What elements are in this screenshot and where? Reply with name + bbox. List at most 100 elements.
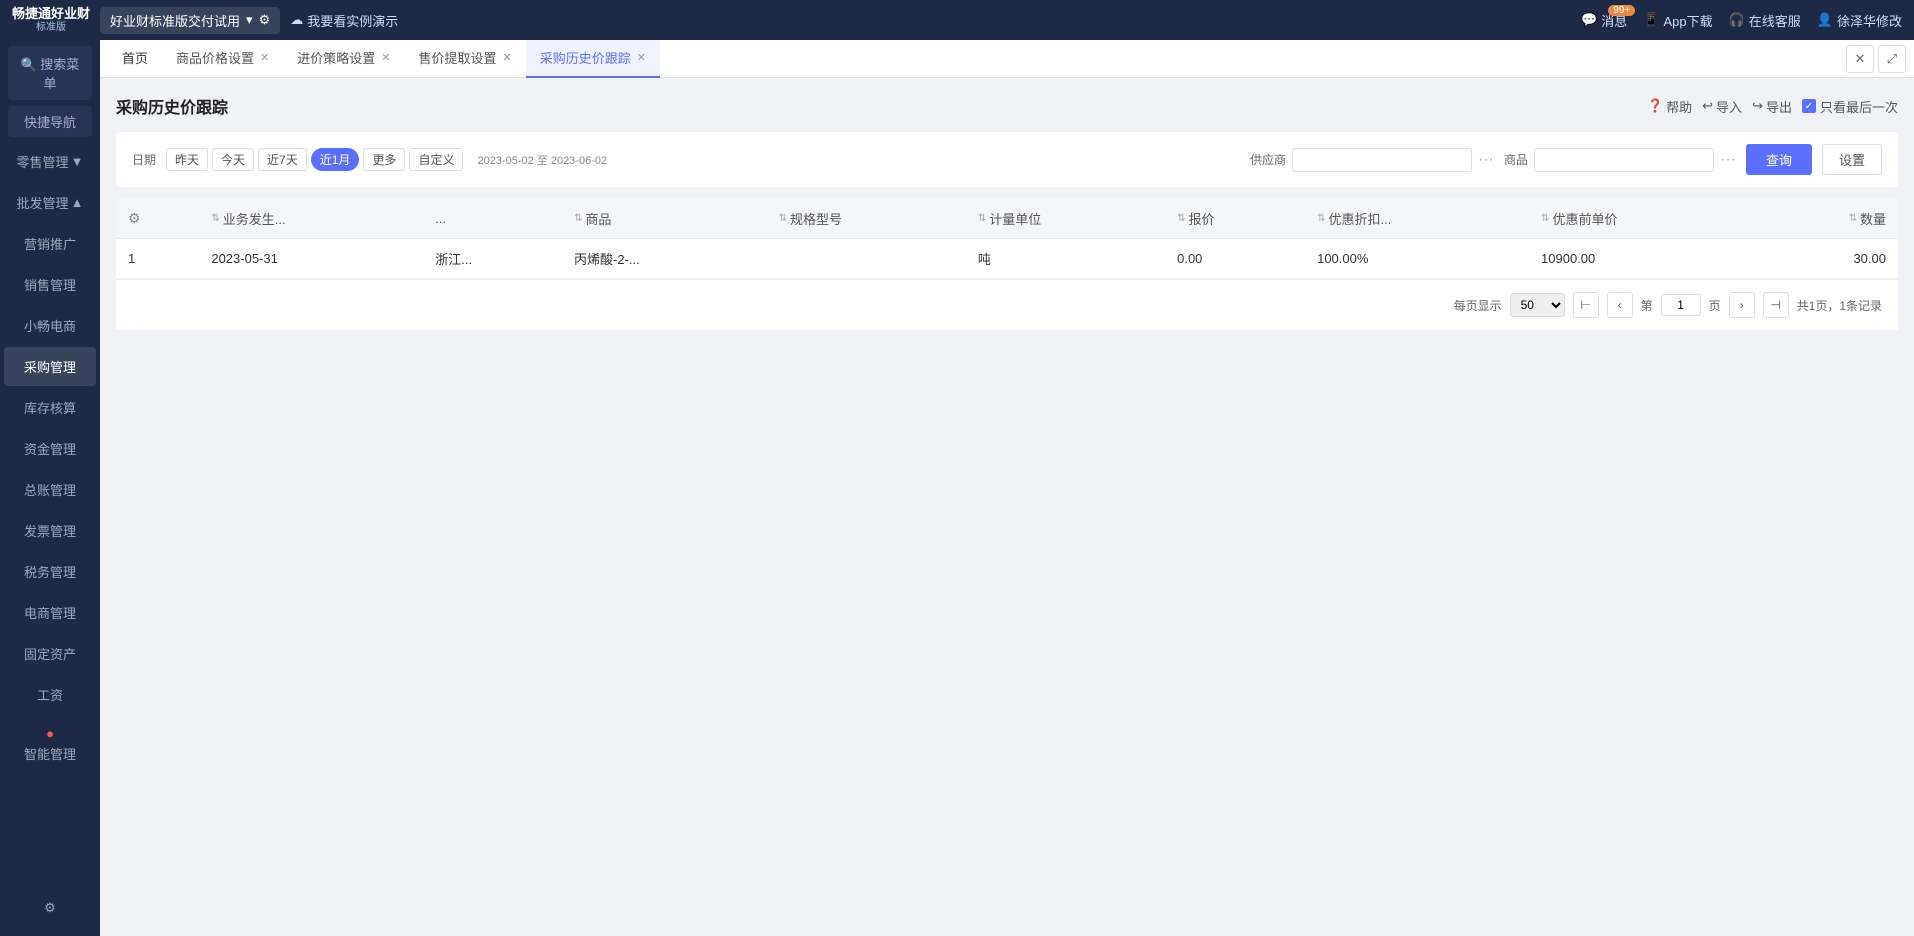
import-link[interactable]: ↩ 导入	[1702, 97, 1742, 116]
th-unit-sortable: ⇅ 计量单位	[978, 209, 1153, 228]
sidebar-item-label: 资金管理	[24, 439, 76, 458]
user-btn[interactable]: 👤 徐泽华修改	[1817, 11, 1902, 30]
sidebar-quick-nav-label: 快捷导航	[24, 115, 76, 130]
sidebar-item-inventory[interactable]: 库存核算	[4, 388, 96, 427]
app-download-btn[interactable]: 📱 App下载	[1643, 11, 1712, 30]
import-label: 导入	[1716, 97, 1742, 116]
topbar-left: 畅捷通好业财 标准版 好业财标准版交付试用 ▾ ⚙ ☁ 我要看实例演示	[12, 6, 398, 34]
th-spec-sortable: ⇅ 规格型号	[779, 209, 954, 228]
date-btn-1month[interactable]: 近1月	[311, 148, 360, 171]
sidebar: 🔍 搜索菜单 快捷导航 零售管理 ▼ 批发管理 ▲ 营销推广 销售管理 小畅电商	[0, 40, 100, 936]
export-icon: ↪	[1752, 98, 1763, 114]
query-button[interactable]: 查询	[1746, 144, 1812, 175]
page-last-btn[interactable]: ⊣	[1763, 292, 1789, 318]
pagination: 每页显示 50 10 20 100 ⊢ ‹ 第 页 › ⊣ 共1页，1条记录	[116, 279, 1898, 330]
sidebar-item-retail[interactable]: 零售管理 ▼	[4, 142, 96, 181]
sidebar-item-fixed-assets[interactable]: 固定资产	[4, 634, 96, 673]
only-last-checkbox[interactable]: ✓ 只看最后一次	[1802, 97, 1898, 116]
date-btn-more[interactable]: 更多	[363, 148, 405, 171]
product-filter-label: 商品	[1504, 151, 1528, 168]
page-first-btn[interactable]: ⊢	[1573, 292, 1599, 318]
tab-purchase-strategy[interactable]: 进价策略设置 ✕	[283, 40, 404, 78]
td-discount: 100.00%	[1305, 239, 1529, 279]
date-btn-custom[interactable]: 自定义	[409, 148, 463, 171]
sort-quantity-icon[interactable]: ⇅	[1849, 213, 1857, 224]
product-dots-icon[interactable]: ···	[1720, 151, 1736, 169]
help-link[interactable]: ❓ 帮助	[1647, 97, 1692, 116]
filter-settings-button[interactable]: 设置	[1822, 144, 1882, 175]
tab-sale-price-label: 售价提取设置	[418, 48, 496, 67]
page-size-select[interactable]: 50 10 20 100	[1510, 293, 1565, 317]
sidebar-item-label: 批发管理	[17, 193, 69, 212]
logo-area: 畅捷通好业财 标准版	[12, 6, 90, 34]
sidebar-item-smart[interactable]: ● 智能管理	[4, 716, 96, 773]
sidebar-item-ecommerce[interactable]: 小畅电商	[4, 306, 96, 345]
headset-icon: 🎧	[1729, 12, 1745, 28]
retail-arrow-icon: ▼	[71, 154, 84, 169]
supplier-filter-input[interactable]	[1292, 148, 1472, 172]
table-gear-icon[interactable]: ⚙	[128, 210, 141, 226]
phone-icon: 📱	[1643, 12, 1659, 28]
sidebar-item-ecom-mgmt[interactable]: 电商管理	[4, 593, 96, 632]
th-quantity: ⇅ 数量	[1758, 199, 1898, 239]
sidebar-item-sales[interactable]: 销售管理	[4, 265, 96, 304]
date-btn-yesterday[interactable]: 昨天	[166, 148, 208, 171]
tab-purchase-strategy-close-icon[interactable]: ✕	[381, 51, 390, 64]
sidebar-retail-label-row: 零售管理 ▼	[17, 152, 84, 171]
page-next-btn[interactable]: ›	[1729, 292, 1755, 318]
demo-link-text: 我要看实例演示	[307, 11, 398, 30]
sidebar-item-purchase[interactable]: 采购管理	[4, 347, 96, 386]
messages-btn[interactable]: 💬 消息 99+	[1581, 11, 1627, 30]
online-service-btn[interactable]: 🎧 在线客服	[1729, 11, 1801, 30]
sidebar-item-invoice[interactable]: 发票管理	[4, 511, 96, 550]
settings-icon[interactable]: ⚙	[259, 12, 271, 28]
th-quoted-price-label: 报价	[1189, 209, 1215, 228]
sidebar-item-accounting[interactable]: 总账管理	[4, 470, 96, 509]
th-date: ⇅ 业务发生...	[199, 199, 423, 239]
sort-unit-icon[interactable]: ⇅	[978, 213, 986, 224]
sidebar-settings-btn[interactable]: ⚙	[0, 890, 100, 926]
sort-spec-icon[interactable]: ⇅	[779, 213, 787, 224]
sidebar-item-wholesale[interactable]: 批发管理 ▲	[4, 183, 96, 222]
sort-discount-icon[interactable]: ⇅	[1317, 213, 1325, 224]
product-selector[interactable]: 好业财标准版交付试用 ▾ ⚙	[100, 7, 280, 34]
tab-sale-price-close-icon[interactable]: ✕	[503, 51, 512, 64]
sidebar-search-label: 搜索菜单	[40, 57, 79, 91]
export-label: 导出	[1766, 97, 1792, 116]
filter-row: 日期 昨天 今天 近7天 近1月 更多 自定义 2023-05-02 至 202…	[132, 144, 1882, 175]
sort-pre-discount-icon[interactable]: ⇅	[1541, 213, 1549, 224]
sort-product-icon[interactable]: ⇅	[574, 213, 582, 224]
sidebar-search[interactable]: 🔍 搜索菜单	[8, 46, 92, 100]
sidebar-item-label: 工资	[37, 685, 63, 704]
th-date-label: 业务发生...	[223, 209, 286, 228]
date-btn-7days[interactable]: 近7天	[258, 148, 307, 171]
tabs-expand-btn[interactable]: ⤢	[1878, 45, 1906, 73]
page-input[interactable]	[1661, 294, 1701, 316]
sidebar-item-label: 发票管理	[24, 521, 76, 540]
tab-home-label: 首页	[122, 48, 148, 67]
sort-asc-icon[interactable]: ⇅	[211, 213, 219, 224]
tab-price[interactable]: 商品价格设置 ✕	[162, 40, 283, 78]
sidebar-item-marketing[interactable]: 营销推广	[4, 224, 96, 263]
sidebar-quick-nav[interactable]: 快捷导航	[8, 106, 92, 137]
sidebar-item-tax[interactable]: 税务管理	[4, 552, 96, 591]
demo-link[interactable]: ☁ 我要看实例演示	[290, 11, 398, 30]
tabs-close-btn[interactable]: ✕	[1846, 45, 1874, 73]
page-prev-btn[interactable]: ‹	[1607, 292, 1633, 318]
smart-dot-icon: ●	[46, 726, 54, 741]
tab-history-price-close-icon[interactable]: ✕	[637, 51, 646, 64]
tab-sale-price[interactable]: 售价提取设置 ✕	[404, 40, 525, 78]
dropdown-arrow-icon: ▾	[246, 12, 253, 28]
th-gear: ⚙	[116, 199, 199, 239]
sort-quoted-price-icon[interactable]: ⇅	[1177, 213, 1185, 224]
supplier-dots-icon[interactable]: ···	[1478, 151, 1494, 169]
date-btn-today[interactable]: 今天	[212, 148, 254, 171]
wholesale-arrow-icon: ▲	[71, 195, 84, 210]
sidebar-item-finance[interactable]: 资金管理	[4, 429, 96, 468]
tab-price-close-icon[interactable]: ✕	[260, 51, 269, 64]
export-link[interactable]: ↪ 导出	[1752, 97, 1792, 116]
tab-history-price[interactable]: 采购历史价跟踪 ✕	[526, 40, 660, 78]
sidebar-item-salary[interactable]: 工资	[4, 675, 96, 714]
tab-home[interactable]: 首页	[108, 40, 162, 78]
product-filter-input[interactable]	[1534, 148, 1714, 172]
